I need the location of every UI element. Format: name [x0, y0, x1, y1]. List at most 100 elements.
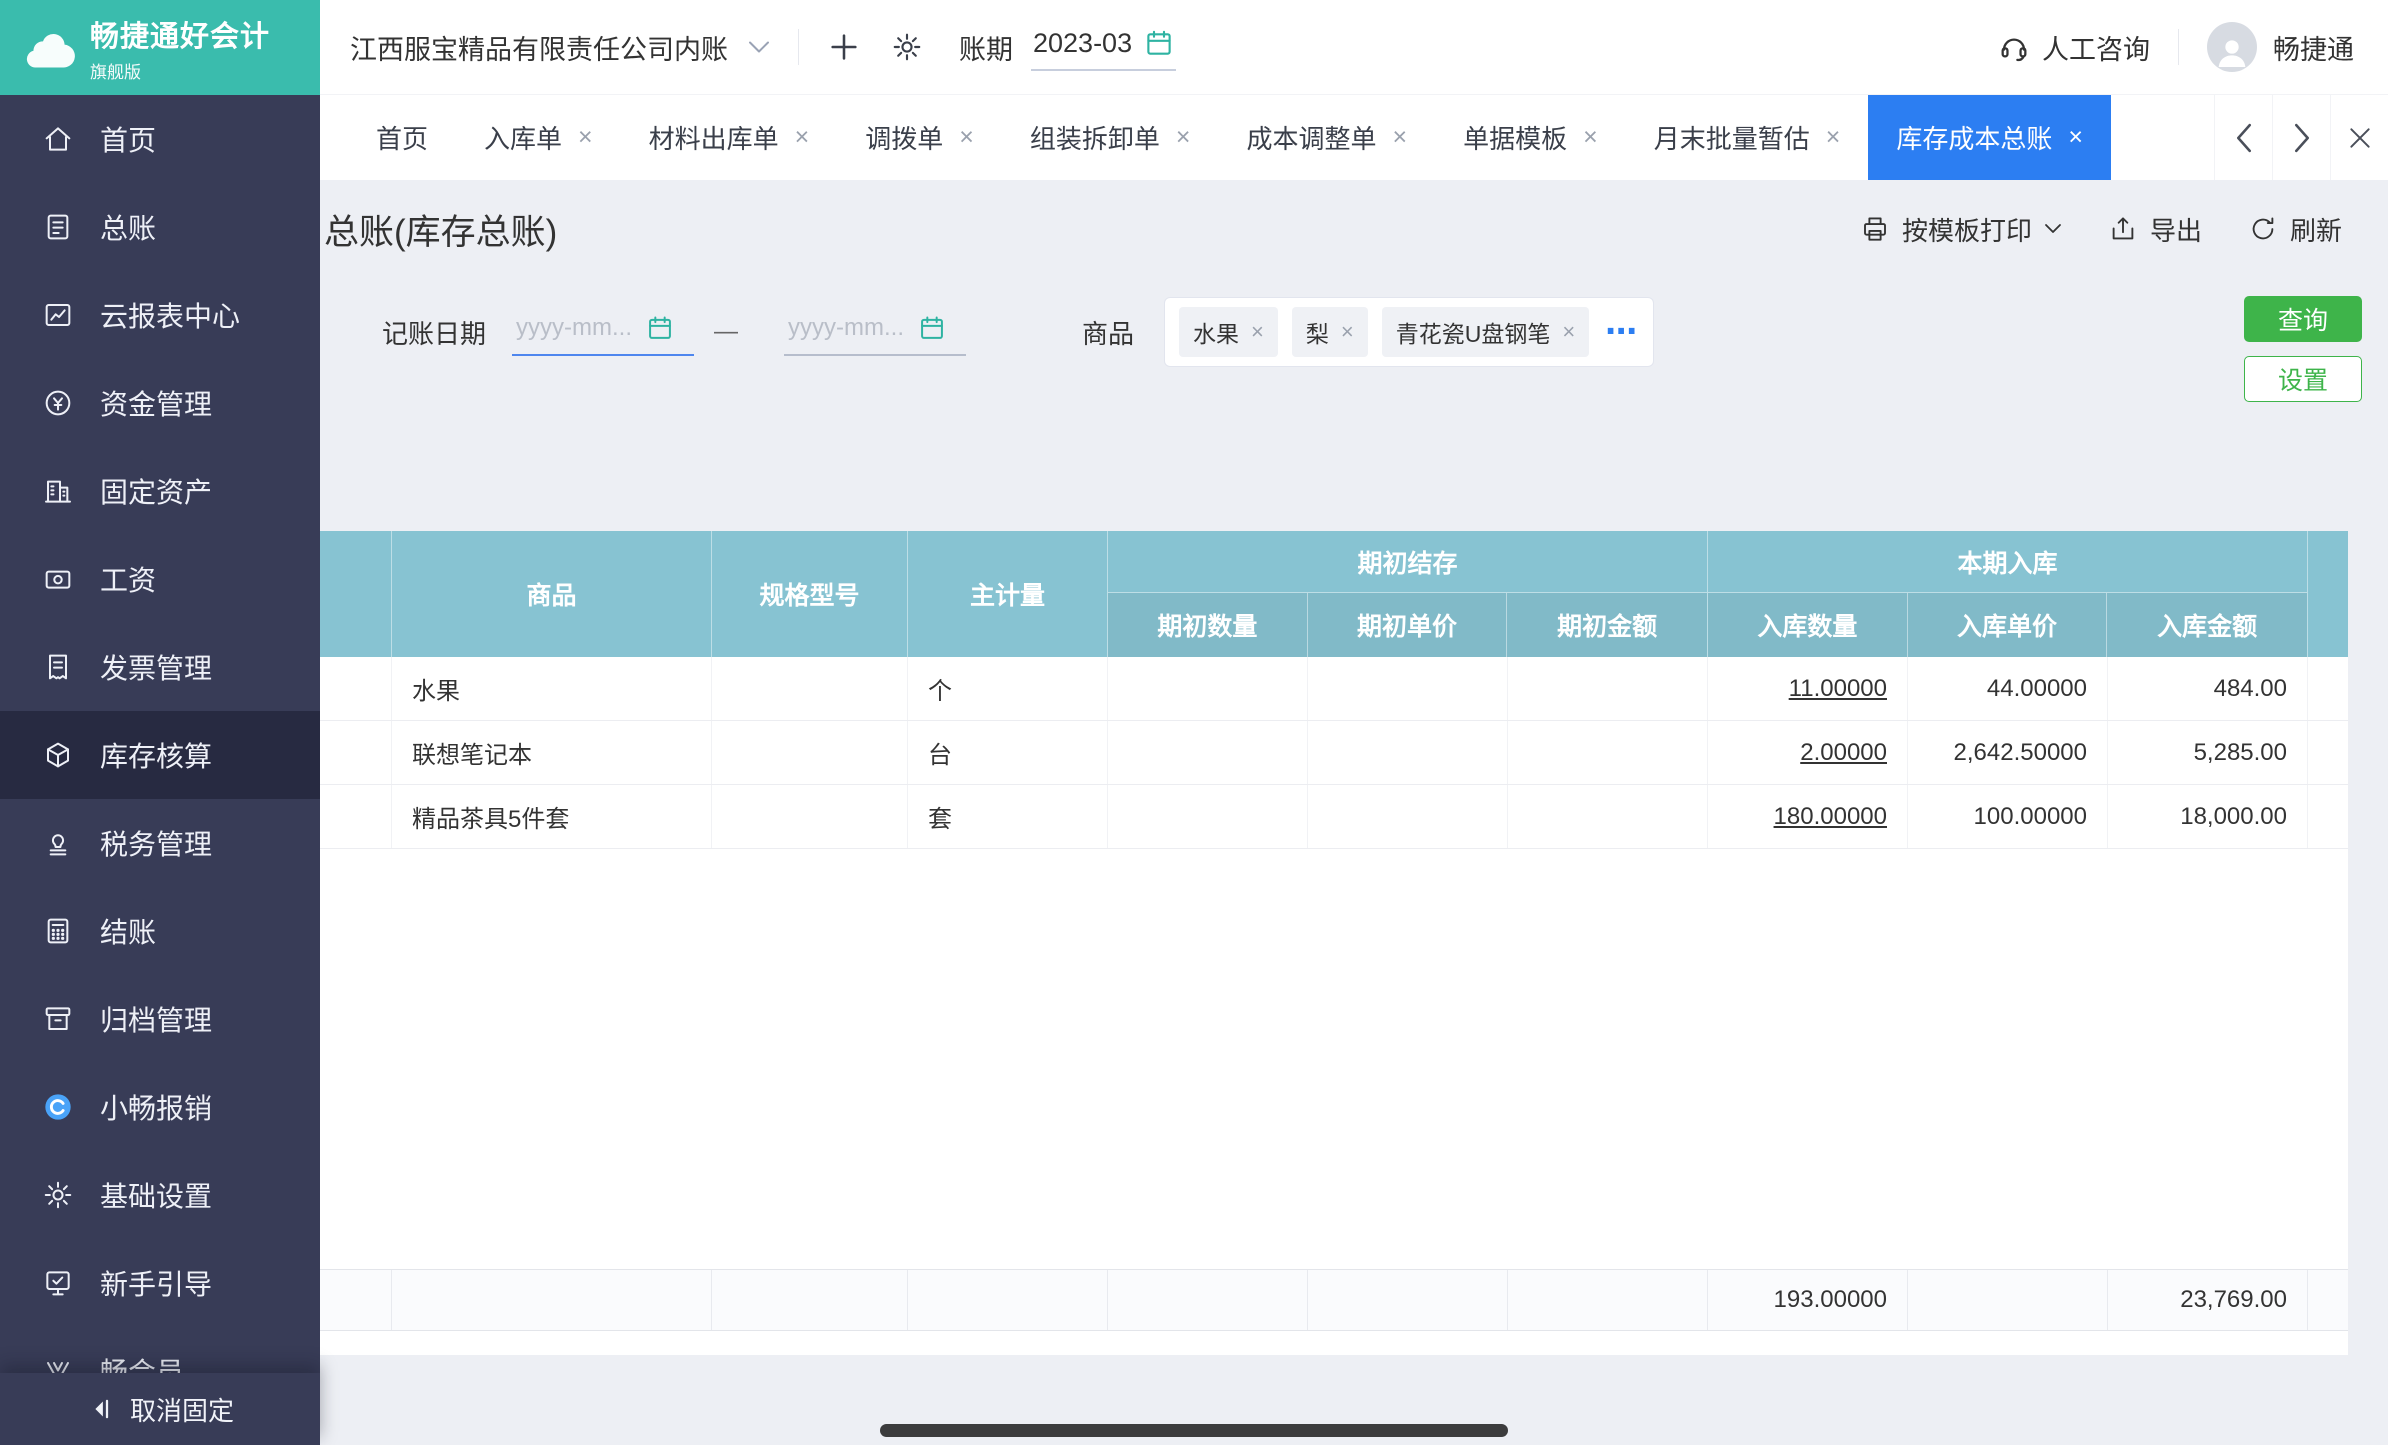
sidebar-item-closing[interactable]: 结账 — [0, 887, 320, 975]
tab-close-icon[interactable]: × — [1176, 123, 1191, 152]
tab-inventory-cost-ledger[interactable]: 库存成本总账 × — [1868, 95, 2112, 180]
home-icon — [45, 127, 71, 151]
cell-begin-price — [1308, 785, 1508, 848]
table-row[interactable]: 精品茶具5件套 套 180.00000 100.00000 18,000.00 — [320, 785, 2348, 849]
sidebar-item-invoices[interactable]: 发票管理 — [0, 623, 320, 711]
add-account-button[interactable] — [827, 30, 861, 64]
sidebar-item-cloud-reports[interactable]: 云报表中心 — [0, 271, 320, 359]
tag-remove-icon[interactable]: × — [1341, 319, 1354, 345]
export-button[interactable]: 导出 — [2108, 211, 2202, 248]
tab-close-icon[interactable]: × — [2068, 123, 2083, 152]
refresh-button[interactable]: 刷新 — [2248, 211, 2342, 248]
divider — [798, 29, 799, 65]
sidebar-item-salary[interactable]: 工资 — [0, 535, 320, 623]
sidebar-item-label: 云报表中心 — [100, 301, 241, 332]
page-header: 总账(库存总账) 按模板打印 导出 刷新 — [320, 194, 2342, 264]
date-to-field[interactable] — [784, 308, 967, 356]
header-begin-qty: 期初数量 — [1108, 593, 1308, 657]
sidebar-item-guide[interactable]: 新手引导 — [0, 1239, 320, 1327]
tabs-scroll-left-button[interactable] — [2214, 95, 2272, 180]
fixed-assets-icon — [45, 480, 71, 503]
horizontal-scrollbar[interactable] — [880, 1424, 1508, 1437]
summary-cell — [1508, 1270, 1708, 1330]
sidebar-item-label: 新手引导 — [100, 1269, 213, 1300]
topbar: 江西服宝精品有限责任公司内账 账期 2023-03 人工咨询 畅捷通 — [320, 0, 2388, 94]
tabs-close-all-button[interactable] — [2330, 95, 2388, 180]
print-by-template-button[interactable]: 按模板打印 — [1860, 211, 2062, 248]
tabs-scroll-right-button[interactable] — [2272, 95, 2330, 180]
cell-in-amount: 18,000.00 — [2108, 785, 2308, 848]
product-tag-label: 梨 — [1305, 321, 1329, 347]
summary-cell — [2308, 1270, 2348, 1330]
tab-close-icon[interactable]: × — [1393, 123, 1408, 152]
cell-overflow — [2308, 721, 2348, 784]
date-to-input[interactable] — [788, 314, 911, 342]
account-settings-button[interactable] — [891, 31, 923, 63]
sidebar-item-fixed-assets[interactable]: 固定资产 — [0, 447, 320, 535]
company-selector[interactable]: 江西服宝精品有限责任公司内账 — [350, 28, 770, 67]
date-from-input[interactable] — [516, 314, 639, 342]
query-button[interactable]: 查询 — [2244, 296, 2362, 342]
user-avatar[interactable] — [2207, 22, 2257, 72]
tag-remove-icon[interactable]: × — [1251, 319, 1264, 345]
summary-cell — [392, 1270, 712, 1330]
header-group-inbound: 本期入库 入库数量 入库单价 入库金额 — [1708, 531, 2308, 657]
product-tag-label: 青花瓷U盘钢笔 — [1395, 321, 1551, 347]
closing-icon — [47, 918, 69, 944]
tab-transfer-order[interactable]: 调拨单 × — [837, 95, 1002, 180]
more-tags-icon[interactable]: ⋯ — [1603, 315, 1639, 347]
tab-month-end-estimate[interactable]: 月末批量暂估 × — [1626, 95, 1869, 180]
sidebar-item-label: 固定资产 — [100, 477, 213, 508]
tab-doc-template[interactable]: 单据模板 × — [1435, 95, 1626, 180]
unpin-label: 取消固定 — [129, 1395, 234, 1426]
date-from-field[interactable] — [512, 308, 695, 356]
product-filter-box[interactable]: 水果 × 梨 × 青花瓷U盘钢笔 × ⋯ — [1164, 297, 1655, 367]
tab-close-icon[interactable]: × — [959, 123, 974, 152]
table-row[interactable]: 联想笔记本 台 2.00000 2,642.50000 5,285.00 — [320, 721, 2348, 785]
table-row[interactable]: 水果 个 11.00000 44.00000 484.00 — [320, 657, 2348, 721]
cell-in-qty: 180.00000 — [1708, 785, 1908, 848]
calendar-icon[interactable] — [646, 314, 674, 342]
sidebar-item-funds[interactable]: 资金管理 — [0, 359, 320, 447]
tab-close-icon[interactable]: × — [1826, 123, 1841, 152]
sidebar-item-label: 税务管理 — [100, 829, 213, 860]
tab-close-icon[interactable]: × — [1583, 123, 1598, 152]
consult-button[interactable]: 人工咨询 — [1998, 28, 2150, 67]
person-icon — [2218, 40, 2246, 67]
tab-assembly-order[interactable]: 组装拆卸单 × — [1002, 95, 1219, 180]
header-begin-amount: 期初金额 — [1557, 613, 1658, 641]
sidebar: 畅捷通好会计 旗舰版 首页 总账 云报表中心 资金管理 固定资产 工资 发票管理… — [0, 0, 320, 1445]
header-in-price: 入库单价 — [1908, 593, 2108, 657]
tab-inbound-order[interactable]: 入库单 × — [456, 95, 621, 180]
in-qty-link[interactable]: 11.00000 — [1789, 675, 1887, 703]
sidebar-item-label: 总账 — [100, 213, 157, 244]
tab-material-outbound[interactable]: 材料出库单 × — [621, 95, 838, 180]
in-qty-link[interactable]: 180.00000 — [1774, 803, 1887, 831]
summary-cell — [320, 1270, 392, 1330]
settings-button[interactable]: 设置 — [2244, 356, 2362, 402]
header-overflow-column — [2308, 531, 2348, 657]
cell-in-qty: 2.00000 — [1708, 721, 1908, 784]
calendar-icon[interactable] — [918, 314, 946, 342]
cell-spec — [712, 785, 908, 848]
tab-close-icon[interactable]: × — [795, 123, 810, 152]
period-picker[interactable]: 2023-03 — [1031, 24, 1177, 71]
sidebar-item-settings[interactable]: 基础设置 — [0, 1151, 320, 1239]
in-qty-link[interactable]: 2.00000 — [1800, 739, 1887, 767]
company-name: 江西服宝精品有限责任公司内账 — [350, 34, 728, 65]
sidebar-item-home[interactable]: 首页 — [0, 95, 320, 183]
tab-close-icon[interactable]: × — [578, 123, 593, 152]
tag-remove-icon[interactable]: × — [1562, 319, 1575, 345]
chevron-down-icon — [2045, 224, 2061, 233]
sidebar-item-inventory[interactable]: 库存核算 — [0, 711, 320, 799]
tab-label: 库存成本总账 — [1896, 124, 2053, 154]
tab-home[interactable]: 首页 — [348, 95, 456, 180]
tab-cost-adjustment[interactable]: 成本调整单 × — [1219, 95, 1436, 180]
sidebar-item-reimburse[interactable]: 小畅报销 — [0, 1063, 320, 1151]
sidebar-unpin-button[interactable]: 取消固定 — [0, 1373, 320, 1445]
sidebar-item-archive[interactable]: 归档管理 — [0, 975, 320, 1063]
sidebar-item-tax[interactable]: 税务管理 — [0, 799, 320, 887]
sidebar-item-general-ledger[interactable]: 总账 — [0, 183, 320, 271]
user-name[interactable]: 畅捷通 — [2273, 28, 2354, 67]
reimburse-icon — [45, 1094, 71, 1120]
